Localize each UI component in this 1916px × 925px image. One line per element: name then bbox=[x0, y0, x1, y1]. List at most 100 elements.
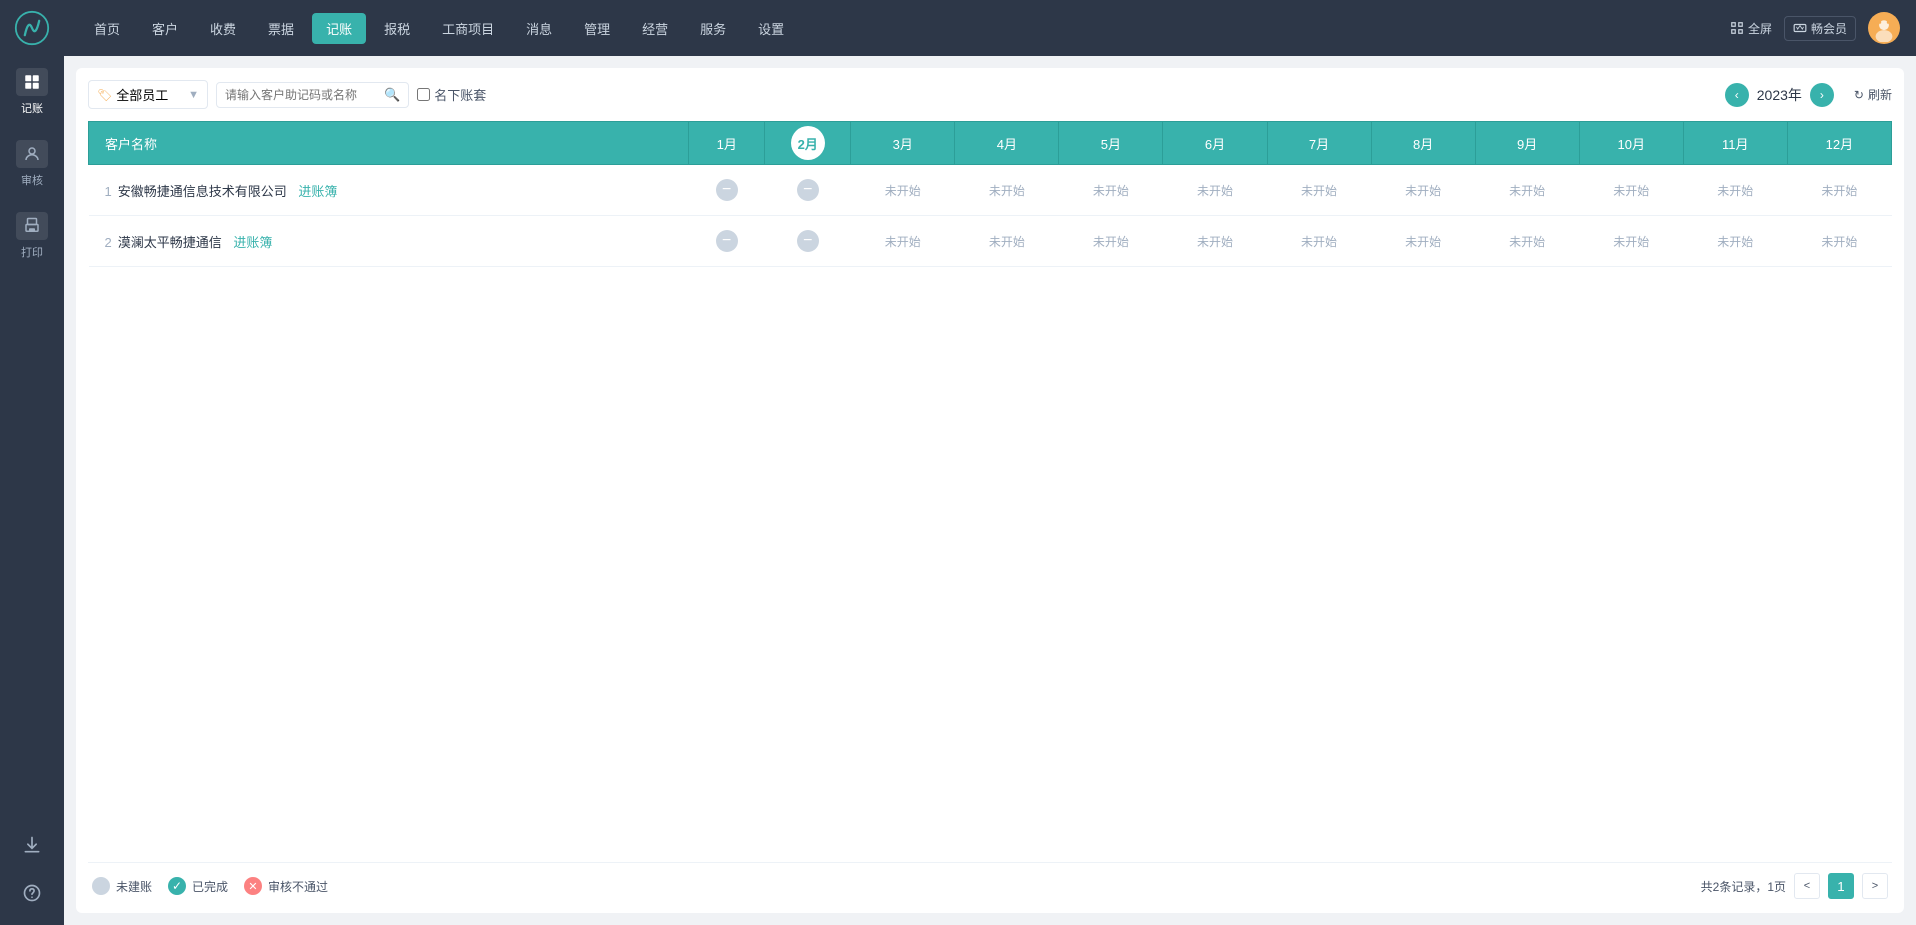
print-icon bbox=[16, 212, 48, 240]
my-accounts-check[interactable] bbox=[417, 88, 430, 101]
month-cell: 未开始 bbox=[1059, 216, 1163, 267]
user-avatar[interactable] bbox=[1868, 12, 1900, 44]
month-cell: 未开始 bbox=[1475, 165, 1579, 216]
legend-not-created: 未建账 bbox=[92, 877, 152, 895]
month-cell: 未开始 bbox=[1267, 165, 1371, 216]
my-accounts-checkbox[interactable]: 名下账套 bbox=[417, 85, 486, 104]
enter-account-link[interactable]: 进账簿 bbox=[233, 235, 272, 250]
status-not-started: 未开始 bbox=[1717, 235, 1753, 249]
next-page-btn[interactable]: > bbox=[1862, 873, 1888, 899]
nav-service[interactable]: 服务 bbox=[686, 13, 740, 44]
fullscreen-button[interactable]: 全屏 bbox=[1730, 20, 1772, 37]
nav-fees[interactable]: 收费 bbox=[196, 13, 250, 44]
status-not-created: − bbox=[716, 179, 738, 201]
total-records: 共2条记录，1页 bbox=[1701, 878, 1786, 895]
sidebar-download-btn[interactable] bbox=[12, 825, 52, 865]
month-cell: 未开始 bbox=[955, 216, 1059, 267]
status-not-started: 未开始 bbox=[1405, 184, 1441, 198]
month-cell: 未开始 bbox=[1579, 165, 1683, 216]
month-cell: 未开始 bbox=[1267, 216, 1371, 267]
month-cell: 未开始 bbox=[851, 216, 955, 267]
sidebar-help-btn[interactable] bbox=[12, 873, 52, 913]
sidebar-item-print[interactable]: 打印 bbox=[0, 200, 64, 272]
status-not-started: 未开始 bbox=[1613, 235, 1649, 249]
month-cell: 未开始 bbox=[1163, 165, 1267, 216]
month-cell: 未开始 bbox=[1579, 216, 1683, 267]
nav-operation[interactable]: 经营 bbox=[628, 13, 682, 44]
status-not-started: 未开始 bbox=[885, 235, 921, 249]
year-nav: ‹ 2023年 › bbox=[1725, 83, 1834, 107]
nav-business[interactable]: 工商项目 bbox=[428, 13, 508, 44]
sidebar-item-accounting[interactable]: 记账 bbox=[0, 56, 64, 128]
month-cell: 未开始 bbox=[1683, 165, 1787, 216]
col-header-dec: 12月 bbox=[1787, 122, 1891, 165]
month-cell: 未开始 bbox=[851, 165, 955, 216]
status-not-started: 未开始 bbox=[1301, 235, 1337, 249]
nav-messages[interactable]: 消息 bbox=[512, 13, 566, 44]
employee-label: 全部员工 bbox=[116, 85, 168, 104]
search-input[interactable] bbox=[225, 88, 380, 102]
app-logo bbox=[14, 10, 50, 46]
main-table: 客户名称 1月 2月 3月 4月 5月 6月 7月 8月 9月 bbox=[88, 121, 1892, 267]
status-not-created: − bbox=[797, 179, 819, 201]
enter-account-link[interactable]: 进账簿 bbox=[298, 184, 337, 199]
nav-bills[interactable]: 票据 bbox=[254, 13, 308, 44]
table-row: 2漠澜太平畅捷通信 进账簿−−未开始未开始未开始未开始未开始未开始未开始未开始未… bbox=[89, 216, 1892, 267]
col-header-sep: 9月 bbox=[1475, 122, 1579, 165]
legend-dot-teal: ✓ bbox=[168, 877, 186, 895]
nav-home[interactable]: 首页 bbox=[80, 13, 134, 44]
month-cell: 未开始 bbox=[1683, 216, 1787, 267]
prev-year-button[interactable]: ‹ bbox=[1725, 83, 1749, 107]
nav-accounting[interactable]: 记账 bbox=[312, 13, 366, 44]
status-not-created: − bbox=[797, 230, 819, 252]
month-cell: − bbox=[765, 165, 851, 216]
col-header-jan: 1月 bbox=[689, 122, 765, 165]
status-not-started: 未开始 bbox=[885, 184, 921, 198]
search-icon[interactable]: 🔍 bbox=[384, 87, 400, 103]
status-not-started: 未开始 bbox=[1821, 235, 1857, 249]
status-not-started: 未开始 bbox=[989, 235, 1025, 249]
legend-dot-grey bbox=[92, 877, 110, 895]
col-header-nov: 11月 bbox=[1683, 122, 1787, 165]
legend-completed: ✓ 已完成 bbox=[168, 877, 228, 895]
search-box: 🔍 bbox=[216, 82, 409, 108]
status-not-started: 未开始 bbox=[989, 184, 1025, 198]
nav-customer[interactable]: 客户 bbox=[138, 13, 192, 44]
col-header-jun: 6月 bbox=[1163, 122, 1267, 165]
sidebar-item-audit-label: 审核 bbox=[21, 172, 43, 188]
main-wrapper: 首页 客户 收费 票据 记账 报税 工商项目 消息 管理 经营 服务 设置 全屏… bbox=[64, 0, 1916, 925]
client-name: 安徽畅捷通信息技术有限公司 bbox=[118, 184, 287, 199]
sidebar-item-print-label: 打印 bbox=[21, 244, 43, 260]
col-header-oct: 10月 bbox=[1579, 122, 1683, 165]
client-name: 漠澜太平畅捷通信 bbox=[118, 235, 222, 250]
nav-manage[interactable]: 管理 bbox=[570, 13, 624, 44]
employee-select[interactable]: 🏷 全部员工 ▼ bbox=[88, 80, 208, 109]
nav-tax[interactable]: 报税 bbox=[370, 13, 424, 44]
refresh-button[interactable]: ↻ 刷新 bbox=[1854, 86, 1892, 103]
vip-button[interactable]: 畅会员 bbox=[1784, 16, 1856, 41]
status-not-started: 未开始 bbox=[1405, 235, 1441, 249]
col-header-aug: 8月 bbox=[1371, 122, 1475, 165]
status-not-started: 未开始 bbox=[1717, 184, 1753, 198]
content-card: 🏷 全部员工 ▼ 🔍 名下账套 ‹ 2023年 › bbox=[76, 68, 1904, 913]
sidebar-bottom bbox=[12, 825, 52, 925]
status-not-started: 未开始 bbox=[1821, 184, 1857, 198]
month-cell: 未开始 bbox=[1059, 165, 1163, 216]
page-1-btn[interactable]: 1 bbox=[1828, 873, 1854, 899]
status-not-started: 未开始 bbox=[1197, 235, 1233, 249]
status-not-started: 未开始 bbox=[1197, 184, 1233, 198]
prev-page-btn[interactable]: < bbox=[1794, 873, 1820, 899]
month-cell: 未开始 bbox=[1371, 216, 1475, 267]
col-header-apr: 4月 bbox=[955, 122, 1059, 165]
pagination: 共2条记录，1页 < 1 > bbox=[1701, 873, 1888, 899]
month-cell: − bbox=[765, 216, 851, 267]
col-header-feb: 2月 bbox=[765, 122, 851, 165]
month-cell: 未开始 bbox=[1371, 165, 1475, 216]
accounting-icon bbox=[16, 68, 48, 96]
nav-settings[interactable]: 设置 bbox=[744, 13, 798, 44]
sidebar-item-audit[interactable]: 审核 bbox=[0, 128, 64, 200]
legend-rejected: ✕ 审核不通过 bbox=[244, 877, 328, 895]
col-header-name: 客户名称 bbox=[89, 122, 689, 165]
next-year-button[interactable]: › bbox=[1810, 83, 1834, 107]
month-cell: 未开始 bbox=[955, 165, 1059, 216]
